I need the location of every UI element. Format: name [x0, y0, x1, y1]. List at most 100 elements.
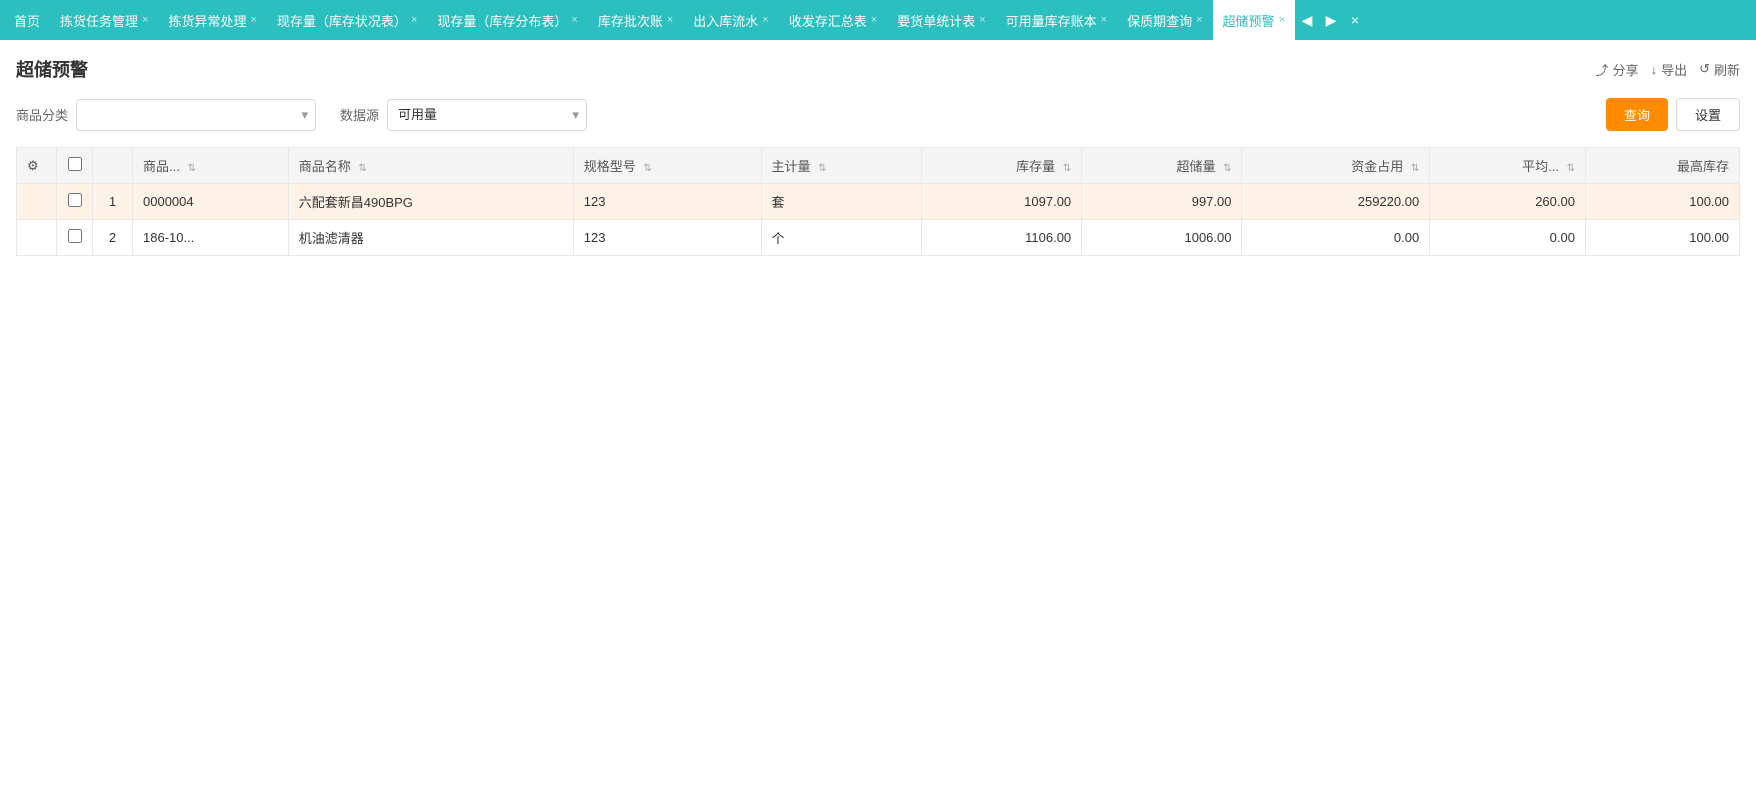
nav-item-2[interactable]: 拣货异常处理 × [158, 0, 266, 40]
nav-next-button[interactable]: ▶ [1319, 0, 1343, 40]
column-code[interactable]: 商品... ⇅ [133, 148, 289, 184]
close-icon[interactable]: × [411, 14, 417, 26]
row-unit-cell: 个 [761, 220, 921, 256]
row-unit-cell: 套 [761, 184, 921, 220]
nav-item-3[interactable]: 现存量（库存状况表） × [267, 0, 427, 40]
nav-close-button[interactable]: × [1343, 0, 1367, 40]
datasource-select[interactable]: 可用量 [387, 99, 587, 131]
column-avg[interactable]: 平均... ⇅ [1430, 148, 1586, 184]
nav-item-9[interactable]: 可用量库存账本 × [996, 0, 1117, 40]
table-row: 1 0000004 六配套新昌490BPG 123 套 1097.00 997.… [17, 184, 1740, 220]
query-button[interactable]: 查询 [1606, 98, 1668, 131]
row-avg-cell: 260.00 [1430, 184, 1586, 220]
column-gear[interactable]: ⚙ [17, 148, 57, 184]
sort-icon: ⇅ [187, 163, 195, 174]
nav-item-11-active[interactable]: 超储预警 × [1213, 0, 1295, 40]
sort-icon: ⇅ [818, 163, 826, 174]
nav-prev-button[interactable]: ◀ [1295, 0, 1319, 40]
row-name-cell: 机油滤清器 [288, 220, 573, 256]
sort-icon: ⇅ [643, 163, 651, 174]
sort-icon: ⇅ [1411, 163, 1419, 174]
nav-item-8[interactable]: 要货单统计表 × [887, 0, 995, 40]
row-checkbox[interactable] [68, 229, 82, 243]
close-icon[interactable]: × [250, 14, 256, 26]
row-index-cell: 2 [93, 220, 133, 256]
data-table: ⚙ 商品... ⇅ 商品名称 ⇅ 规格型号 ⇅ [16, 147, 1740, 256]
row-capital-cell: 0.00 [1242, 220, 1430, 256]
table-row: 2 186-10... 机油滤清器 123 个 1106.00 1006.00 … [17, 220, 1740, 256]
row-maxstock-cell: 100.00 [1585, 220, 1739, 256]
row-overstock-cell: 1006.00 [1082, 220, 1242, 256]
column-max-stock[interactable]: 最高库存 [1585, 148, 1739, 184]
sort-icon: ⇅ [1063, 163, 1071, 174]
nav-item-5[interactable]: 库存批次账 × [588, 0, 683, 40]
row-stock-cell: 1097.00 [921, 184, 1081, 220]
filter-bar: 商品分类 数据源 可用量 查询 设置 [16, 98, 1740, 131]
column-stock[interactable]: 库存量 ⇅ [921, 148, 1081, 184]
export-icon: ↓ [1651, 62, 1658, 77]
refresh-icon: ↺ [1699, 61, 1710, 77]
close-icon[interactable]: × [1196, 14, 1202, 26]
row-code-cell: 186-10... [133, 220, 289, 256]
row-checkbox-cell[interactable] [57, 220, 93, 256]
column-overstock[interactable]: 超储量 ⇅ [1082, 148, 1242, 184]
select-all-checkbox[interactable] [68, 157, 82, 171]
close-icon[interactable]: × [142, 14, 148, 26]
row-index-cell: 1 [93, 184, 133, 220]
close-icon[interactable]: × [871, 14, 877, 26]
close-icon[interactable]: × [762, 14, 768, 26]
nav-item-home[interactable]: 首页 [4, 0, 50, 40]
filter-actions: 查询 设置 [1606, 98, 1740, 131]
close-icon[interactable]: × [1279, 14, 1285, 26]
row-overstock-cell: 997.00 [1082, 184, 1242, 220]
close-icon[interactable]: × [571, 14, 577, 26]
row-avg-cell: 0.00 [1430, 220, 1586, 256]
nav-item-4[interactable]: 现存量（库存分布表） × [427, 0, 587, 40]
column-unit[interactable]: 主计量 ⇅ [761, 148, 921, 184]
column-name[interactable]: 商品名称 ⇅ [288, 148, 573, 184]
sort-icon: ⇅ [358, 163, 366, 174]
table-header-row: ⚙ 商品... ⇅ 商品名称 ⇅ 规格型号 ⇅ [17, 148, 1740, 184]
category-select-wrapper [76, 99, 316, 131]
settings-button[interactable]: 设置 [1676, 98, 1740, 131]
nav-item-6[interactable]: 出入库流水 × [683, 0, 778, 40]
nav-item-1[interactable]: 拣货任务管理 × [50, 0, 158, 40]
title-actions: ⤴ 分享 ↓ 导出 ↺ 刷新 [1596, 60, 1740, 79]
row-capital-cell: 259220.00 [1242, 184, 1430, 220]
share-button[interactable]: ⤴ 分享 [1596, 60, 1639, 79]
top-navigation: 首页 拣货任务管理 × 拣货异常处理 × 现存量（库存状况表） × 现存量（库存… [0, 0, 1756, 40]
sort-icon: ⇅ [1567, 163, 1575, 174]
close-icon[interactable]: × [979, 14, 985, 26]
share-icon: ⤴ [1596, 60, 1609, 79]
sort-icon: ⇅ [1223, 163, 1231, 174]
nav-item-10[interactable]: 保质期查询 × [1117, 0, 1212, 40]
column-select-all[interactable] [57, 148, 93, 184]
nav-item-7[interactable]: 收发存汇总表 × [779, 0, 887, 40]
category-label: 商品分类 [16, 105, 68, 124]
close-icon[interactable]: × [667, 14, 673, 26]
datasource-select-wrapper: 可用量 [387, 99, 587, 131]
category-filter-group: 商品分类 [16, 99, 316, 131]
datasource-label: 数据源 [340, 105, 379, 124]
row-spec-cell: 123 [573, 220, 761, 256]
row-stock-cell: 1106.00 [921, 220, 1081, 256]
export-button[interactable]: ↓ 导出 [1651, 60, 1688, 79]
row-spec-cell: 123 [573, 184, 761, 220]
row-name-cell: 六配套新昌490BPG [288, 184, 573, 220]
column-capital[interactable]: 资金占用 ⇅ [1242, 148, 1430, 184]
close-icon[interactable]: × [1101, 14, 1107, 26]
row-checkbox-cell[interactable] [57, 184, 93, 220]
row-checkbox[interactable] [68, 193, 82, 207]
row-gear-cell [17, 184, 57, 220]
refresh-button[interactable]: ↺ 刷新 [1699, 60, 1740, 79]
column-spec[interactable]: 规格型号 ⇅ [573, 148, 761, 184]
row-code-cell: 0000004 [133, 184, 289, 220]
datasource-filter-group: 数据源 可用量 [340, 99, 587, 131]
page-content: 超储预警 ⤴ 分享 ↓ 导出 ↺ 刷新 商品分类 [0, 40, 1756, 800]
row-gear-cell [17, 220, 57, 256]
page-title-bar: 超储预警 ⤴ 分享 ↓ 导出 ↺ 刷新 [16, 56, 1740, 82]
row-maxstock-cell: 100.00 [1585, 184, 1739, 220]
column-index [93, 148, 133, 184]
category-select[interactable] [76, 99, 316, 131]
page-title: 超储预警 [16, 56, 88, 82]
